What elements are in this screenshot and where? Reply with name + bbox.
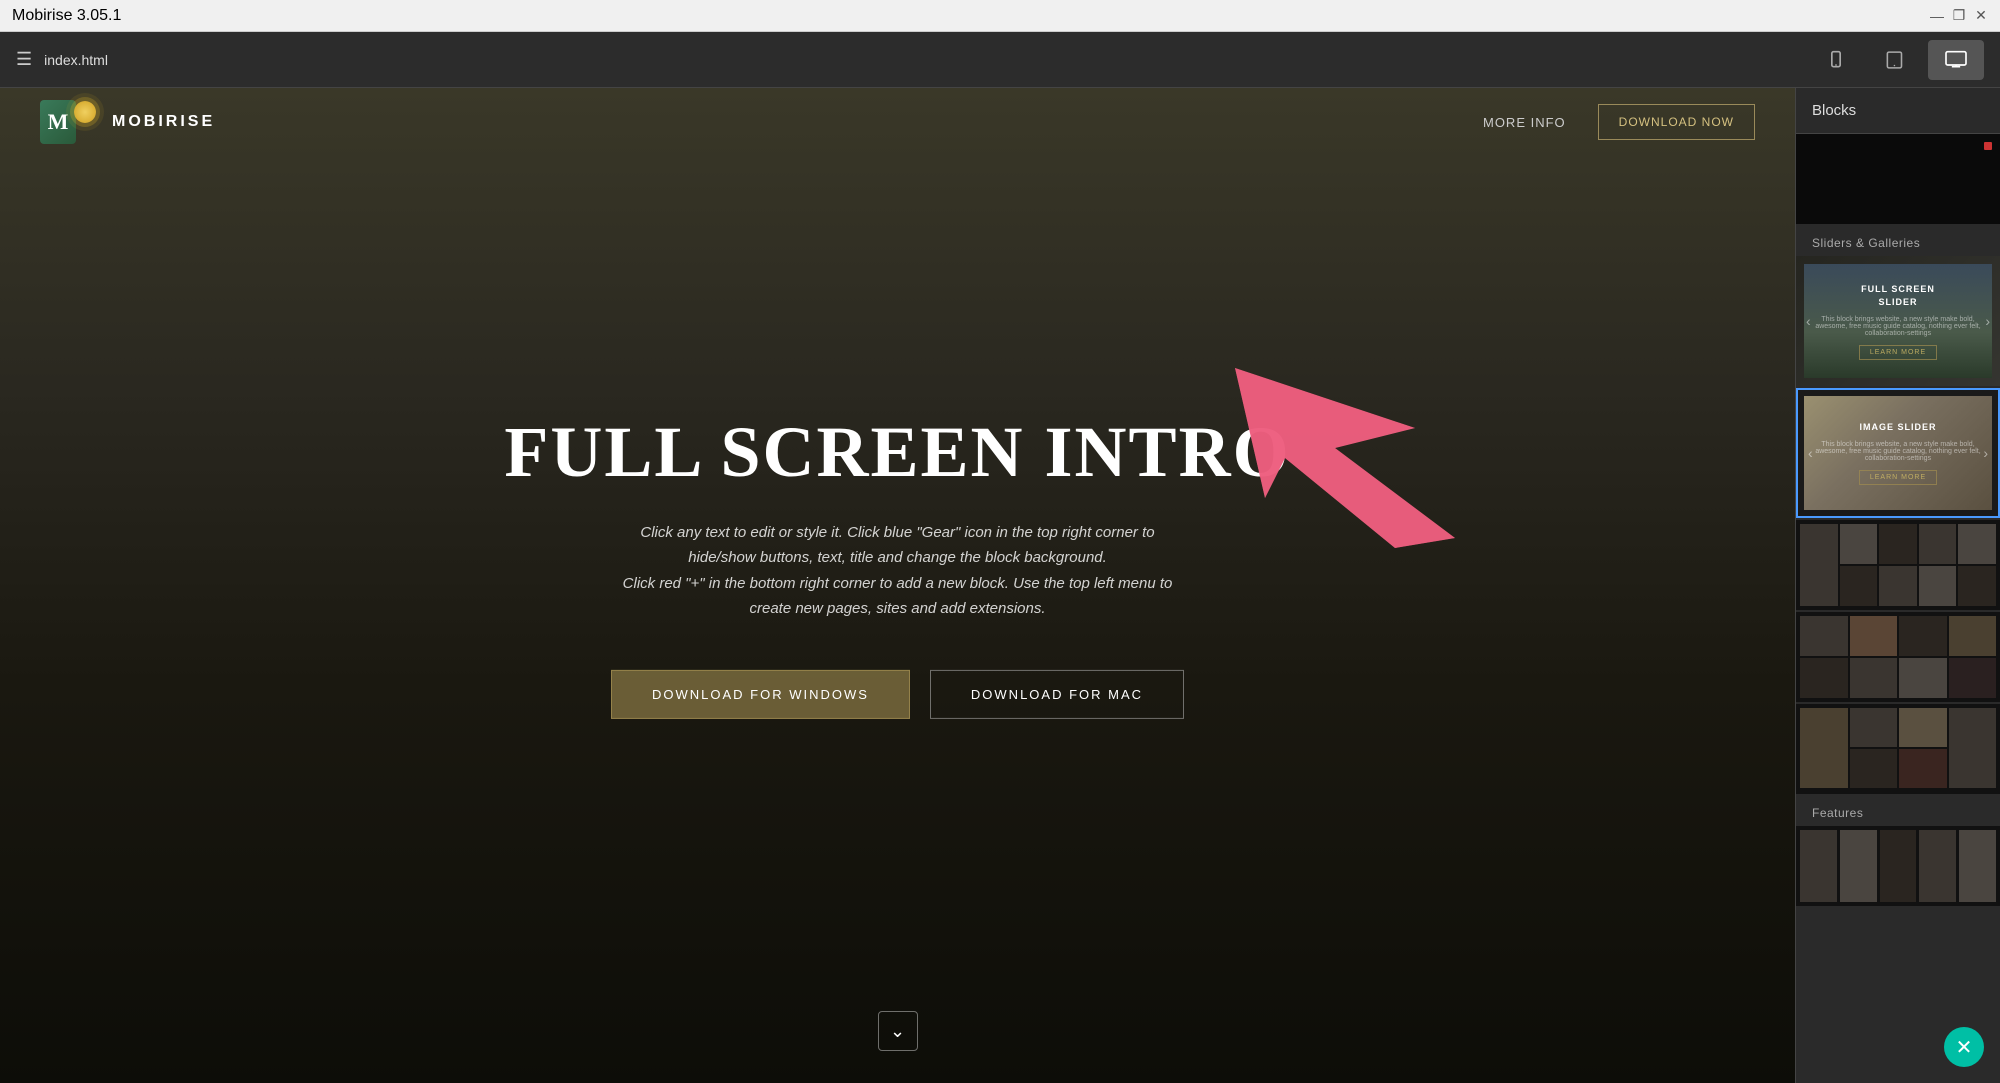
fullscreen-slider-left-arrow[interactable]: ‹ (1806, 313, 1811, 329)
block-thumb-top-badge (1984, 142, 1992, 150)
sidebar-blocks-panel: Blocks Sliders & Galleries FULL SCREENSL… (1795, 88, 2000, 1083)
block-thumb-fullscreen-slider[interactable]: FULL SCREENSLIDER This block brings webs… (1796, 256, 2000, 386)
download-windows-button[interactable]: DOWNLOAD FOR WINDOWS (611, 670, 910, 719)
block-thumb-gallery-3[interactable] (1796, 704, 2000, 794)
fullscreen-slider-desc: This block brings website, a new style m… (1804, 316, 1992, 337)
nav-more-info-link[interactable]: MORE INFO (1483, 115, 1566, 130)
hero-subtitle-line2: hide/show buttons, text, title and chang… (688, 549, 1107, 566)
block-thumb-top[interactable] (1796, 134, 2000, 224)
image-slider-left-arrow[interactable]: ‹ (1808, 445, 1813, 461)
hero-subtitle: Click any text to edit or style it. Clic… (498, 520, 1298, 622)
download-mac-button[interactable]: DOWNLOAD FOR MAC (930, 670, 1184, 719)
fullscreen-slider-label: FULL SCREENSLIDER (1861, 283, 1935, 310)
logo-letter-icon: M (40, 100, 76, 144)
desktop-view-button[interactable] (1928, 40, 1984, 80)
image-slider-cta: LEARN MORE (1859, 470, 1937, 485)
close-sidebar-button[interactable]: ✕ (1944, 1027, 1984, 1067)
website-nav: M MOBIRISE MORE INFO DOWNLOAD NOW (0, 88, 1795, 156)
title-bar: Mobirise 3.05.1 — ❐ ✕ (0, 0, 2000, 32)
app-title: Mobirise 3.05.1 (12, 7, 121, 25)
nav-brand-name: MOBIRISE (112, 113, 215, 131)
image-slider-right-arrow[interactable]: › (1983, 445, 1988, 461)
logo-sun-icon (74, 101, 96, 123)
fullscreen-slider-cta: LEARN MORE (1859, 345, 1937, 360)
hero-subtitle-line3: Click red "+" in the bottom right corner… (623, 575, 1173, 592)
nav-download-button[interactable]: DOWNLOAD NOW (1598, 104, 1755, 140)
nav-logo: M MOBIRISE (40, 100, 215, 144)
hero-subtitle-line4: create new pages, sites and add extensio… (749, 600, 1045, 617)
hero-buttons: DOWNLOAD FOR WINDOWS DOWNLOAD FOR MAC (498, 670, 1298, 719)
mobile-view-button[interactable] (1808, 40, 1864, 80)
hero-title[interactable]: FULL SCREEN INTRO (498, 412, 1298, 491)
window-controls: — ❐ ✕ (1930, 9, 1988, 23)
section-sliders-title: Sliders & Galleries (1796, 226, 2000, 256)
close-sidebar-icon: ✕ (1956, 1035, 1973, 1060)
block-thumb-gallery-2[interactable] (1796, 612, 2000, 702)
main-layout: M MOBIRISE MORE INFO DOWNLOAD NOW FULL S… (0, 88, 2000, 1083)
image-slider-desc: This block brings website, a new style m… (1804, 441, 1992, 462)
canvas-area: M MOBIRISE MORE INFO DOWNLOAD NOW FULL S… (0, 88, 1795, 1083)
scroll-down-button[interactable]: ⌄ (878, 1011, 918, 1051)
menu-icon[interactable]: ☰ (16, 49, 32, 70)
hero-subtitle-line1: Click any text to edit or style it. Clic… (640, 524, 1154, 541)
maximize-button[interactable]: ❐ (1952, 9, 1966, 23)
tablet-view-button[interactable] (1868, 40, 1924, 80)
arrow-annotation (1235, 368, 1455, 548)
block-thumb-image-slider[interactable]: IMAGE SLIDER This block brings website, … (1796, 388, 2000, 518)
hero-section: FULL SCREEN INTRO Click any text to edit… (498, 412, 1298, 718)
minimize-button[interactable]: — (1930, 9, 1944, 23)
sidebar-title: Blocks (1796, 88, 2000, 134)
fullscreen-slider-right-arrow[interactable]: › (1985, 313, 1990, 329)
nav-links: MORE INFO DOWNLOAD NOW (1483, 104, 1755, 140)
section-features-title: Features (1796, 796, 2000, 826)
app-bar: ☰ index.html (0, 32, 2000, 88)
filename-label: index.html (44, 52, 1808, 68)
image-slider-label: IMAGE SLIDER (1859, 421, 1936, 435)
close-button[interactable]: ✕ (1974, 9, 1988, 23)
block-thumb-gallery-1[interactable] (1796, 520, 2000, 610)
block-thumb-features[interactable] (1796, 826, 2000, 906)
device-toolbar (1808, 40, 1984, 80)
